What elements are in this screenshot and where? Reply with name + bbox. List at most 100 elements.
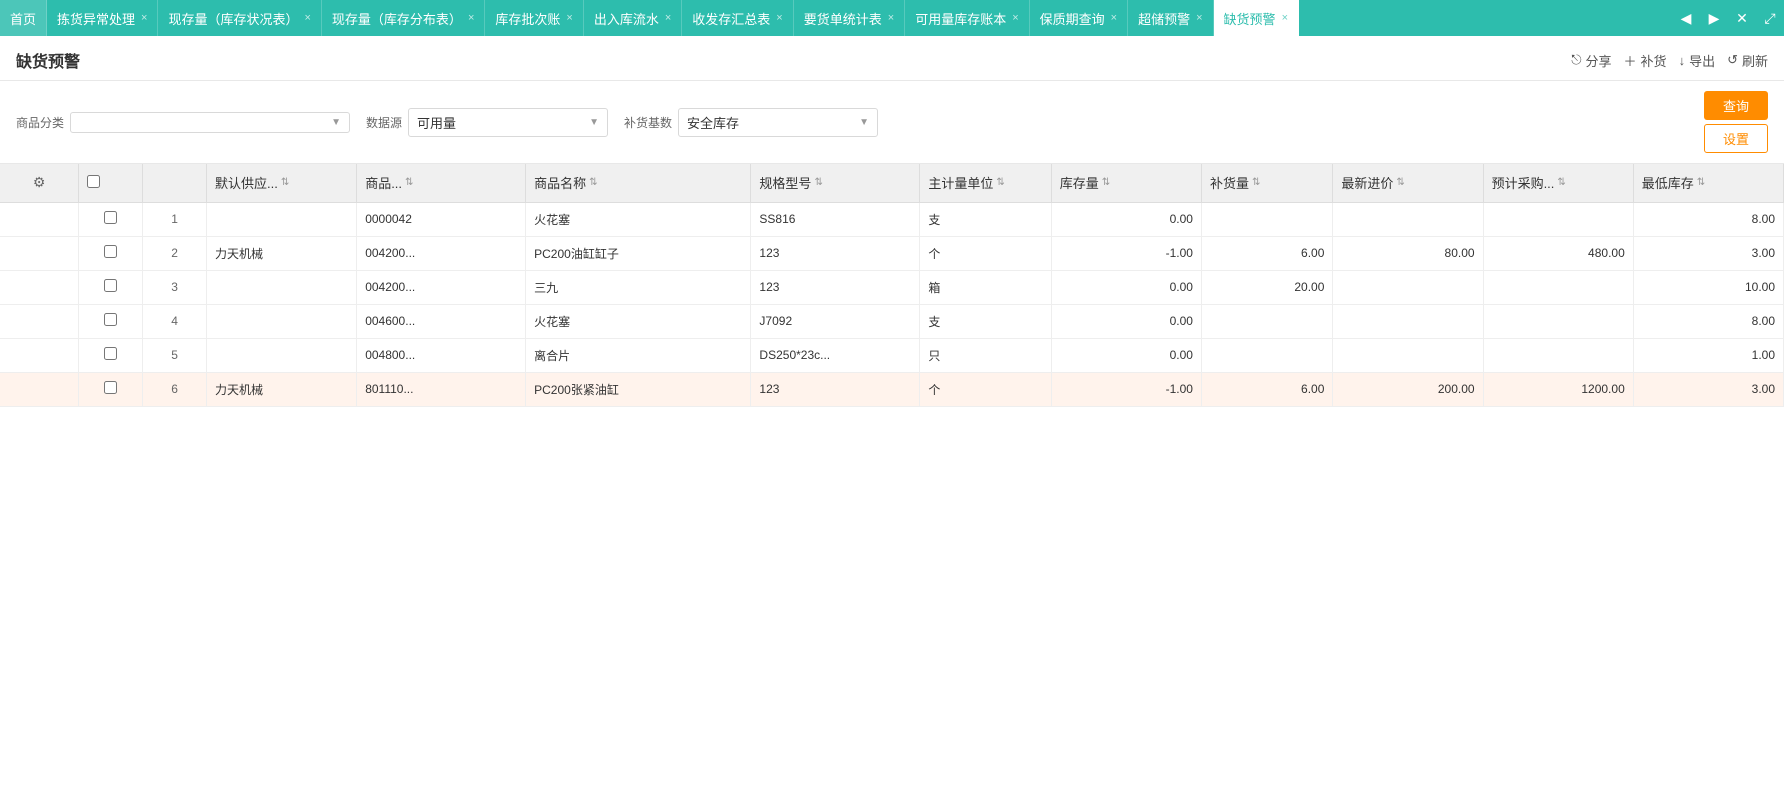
row-num: 1 — [143, 202, 207, 236]
col-check-all[interactable] — [79, 164, 143, 202]
col-name[interactable]: 商品名称 ⇅ — [526, 164, 751, 202]
col-est-purchase[interactable]: 预计采购... ⇅ — [1483, 164, 1633, 202]
filter-group-replenish-base: 补货基数 安全库存 ▼ — [624, 108, 878, 137]
col-min-stock[interactable]: 最低库存 ⇅ — [1633, 164, 1783, 202]
row-check-cell[interactable] — [79, 338, 143, 372]
tab-close-inventory-dist[interactable]: × — [468, 12, 474, 24]
table-row[interactable]: 6 力天机械 801110... PC200张紧油缸 123 个 -1.00 6… — [0, 372, 1784, 406]
row-checkbox[interactable] — [104, 279, 117, 292]
tab-expiry-query[interactable]: 保质期查询 × — [1030, 0, 1128, 36]
row-num: 6 — [143, 372, 207, 406]
row-checkbox[interactable] — [104, 211, 117, 224]
datasource-select-value: 可用量 — [417, 113, 581, 132]
tab-close-inout-flow[interactable]: × — [665, 12, 671, 24]
row-spec: 123 — [751, 372, 920, 406]
query-button[interactable]: 查询 — [1704, 91, 1768, 120]
tab-available-ledger[interactable]: 可用量库存账本 × — [905, 0, 1029, 36]
tab-overstock-warning[interactable]: 超储预警 × — [1128, 0, 1213, 36]
tab-batch-account[interactable]: 库存批次账 × — [485, 0, 583, 36]
tab-close-available-ledger[interactable]: × — [1012, 12, 1018, 24]
tab-requisition-stats[interactable]: 要货单统计表 × — [794, 0, 905, 36]
category-label: 商品分类 — [16, 114, 64, 131]
row-check-cell[interactable] — [79, 202, 143, 236]
tab-close-inventory-status[interactable]: × — [304, 12, 310, 24]
tab-pick-abnormal[interactable]: 拣货异常处理 × — [47, 0, 158, 36]
table-header-row: ⚙ 默认供应... ⇅ 商品... — [0, 164, 1784, 202]
row-settings-cell — [0, 338, 79, 372]
replenish-base-select-value: 安全库存 — [687, 113, 851, 132]
tab-close-all-btn[interactable]: ✕ — [1728, 0, 1756, 36]
tab-next-btn[interactable]: ▶ — [1700, 0, 1728, 36]
share-button[interactable]: ⎋ 分享 — [1571, 51, 1611, 70]
replenish-base-select-arrow: ▼ — [859, 117, 869, 128]
col-spec[interactable]: 规格型号 ⇅ — [751, 164, 920, 202]
tab-close-expiry-query[interactable]: × — [1111, 12, 1117, 24]
row-stock: 0.00 — [1051, 270, 1201, 304]
export-button[interactable]: ↓ 导出 — [1679, 51, 1716, 70]
row-checkbox[interactable] — [104, 245, 117, 258]
tab-close-overstock-warning[interactable]: × — [1196, 12, 1202, 24]
table-row[interactable]: 4 004600... 火花塞 J7092 支 0.00 8.00 — [0, 304, 1784, 338]
row-latest-price — [1333, 202, 1483, 236]
tab-inventory-dist[interactable]: 现存量（库存分布表） × — [322, 0, 485, 36]
row-check-cell[interactable] — [79, 236, 143, 270]
tab-inout-flow[interactable]: 出入库流水 × — [584, 0, 682, 36]
row-supplier — [207, 304, 357, 338]
table-row[interactable]: 5 004800... 离合片 DS250*23c... 只 0.00 1.00 — [0, 338, 1784, 372]
tab-close-recv-send-summary[interactable]: × — [776, 12, 782, 24]
row-checkbox[interactable] — [104, 381, 117, 394]
replenish-base-select[interactable]: 安全库存 ▼ — [678, 108, 878, 137]
table-row[interactable]: 3 004200... 三九 123 箱 0.00 20.00 10.00 — [0, 270, 1784, 304]
col-settings[interactable]: ⚙ — [0, 164, 79, 202]
col-sku[interactable]: 商品... ⇅ — [357, 164, 526, 202]
settings-button[interactable]: 设置 — [1704, 124, 1768, 153]
col-supplier[interactable]: 默认供应... ⇅ — [207, 164, 357, 202]
datasource-select[interactable]: 可用量 ▼ — [408, 108, 608, 137]
table-row[interactable]: 2 力天机械 004200... PC200油缸缸子 123 个 -1.00 6… — [0, 236, 1784, 270]
row-est-purchase — [1483, 202, 1633, 236]
main-content: 缺货预警 ⎋ 分享 ＋ 补货 ↓ 导出 ↺ 刷新 商品分类 — [0, 36, 1784, 796]
row-check-cell[interactable] — [79, 270, 143, 304]
row-supplier — [207, 202, 357, 236]
row-spec: 123 — [751, 270, 920, 304]
tab-close-pick-abnormal[interactable]: × — [141, 12, 147, 24]
tab-shortage-warning[interactable]: 缺货预警 × — [1214, 0, 1299, 36]
col-replenish[interactable]: 补货量 ⇅ — [1201, 164, 1332, 202]
category-select[interactable]: ▼ — [70, 112, 350, 133]
col-unit[interactable]: 主计量单位 ⇅ — [920, 164, 1051, 202]
row-replenish — [1201, 202, 1332, 236]
column-settings-icon[interactable]: ⚙ — [33, 174, 46, 190]
page-title: 缺货预警 — [16, 48, 1571, 72]
row-name: PC200油缸缸子 — [526, 236, 751, 270]
table-container: ⚙ 默认供应... ⇅ 商品... — [0, 164, 1784, 796]
replenish-button[interactable]: ＋ 补货 — [1624, 51, 1667, 70]
tab-expand-btn[interactable]: ⤢ — [1756, 0, 1784, 36]
row-checkbox[interactable] — [104, 347, 117, 360]
tab-home[interactable]: 首页 — [0, 0, 47, 36]
tab-prev-btn[interactable]: ◀ — [1672, 0, 1700, 36]
check-all-checkbox[interactable] — [87, 175, 100, 188]
refresh-button[interactable]: ↺ 刷新 — [1727, 51, 1768, 70]
row-spec: 123 — [751, 236, 920, 270]
col-stock[interactable]: 库存量 ⇅ — [1051, 164, 1201, 202]
tab-close-batch-account[interactable]: × — [566, 12, 572, 24]
tab-close-requisition-stats[interactable]: × — [888, 12, 894, 24]
tab-recv-send-summary[interactable]: 收发存汇总表 × — [682, 0, 793, 36]
row-checkbox[interactable] — [104, 313, 117, 326]
table-row[interactable]: 1 0000042 火花塞 SS816 支 0.00 8.00 — [0, 202, 1784, 236]
filter-group-datasource: 数据源 可用量 ▼ — [366, 108, 608, 137]
tab-bar: 首页 拣货异常处理 × 现存量（库存状况表） × 现存量（库存分布表） × 库存… — [0, 0, 1784, 36]
row-replenish: 20.00 — [1201, 270, 1332, 304]
row-check-cell[interactable] — [79, 304, 143, 338]
row-name: 火花塞 — [526, 304, 751, 338]
col-latest-price[interactable]: 最新进价 ⇅ — [1333, 164, 1483, 202]
tab-inventory-status[interactable]: 现存量（库存状况表） × — [158, 0, 321, 36]
row-min-stock: 3.00 — [1633, 236, 1783, 270]
tab-close-shortage-warning[interactable]: × — [1282, 12, 1288, 24]
datasource-select-arrow: ▼ — [589, 117, 599, 128]
row-min-stock: 8.00 — [1633, 202, 1783, 236]
row-name: 离合片 — [526, 338, 751, 372]
row-check-cell[interactable] — [79, 372, 143, 406]
row-sku: 004600... — [357, 304, 526, 338]
row-name: 三九 — [526, 270, 751, 304]
